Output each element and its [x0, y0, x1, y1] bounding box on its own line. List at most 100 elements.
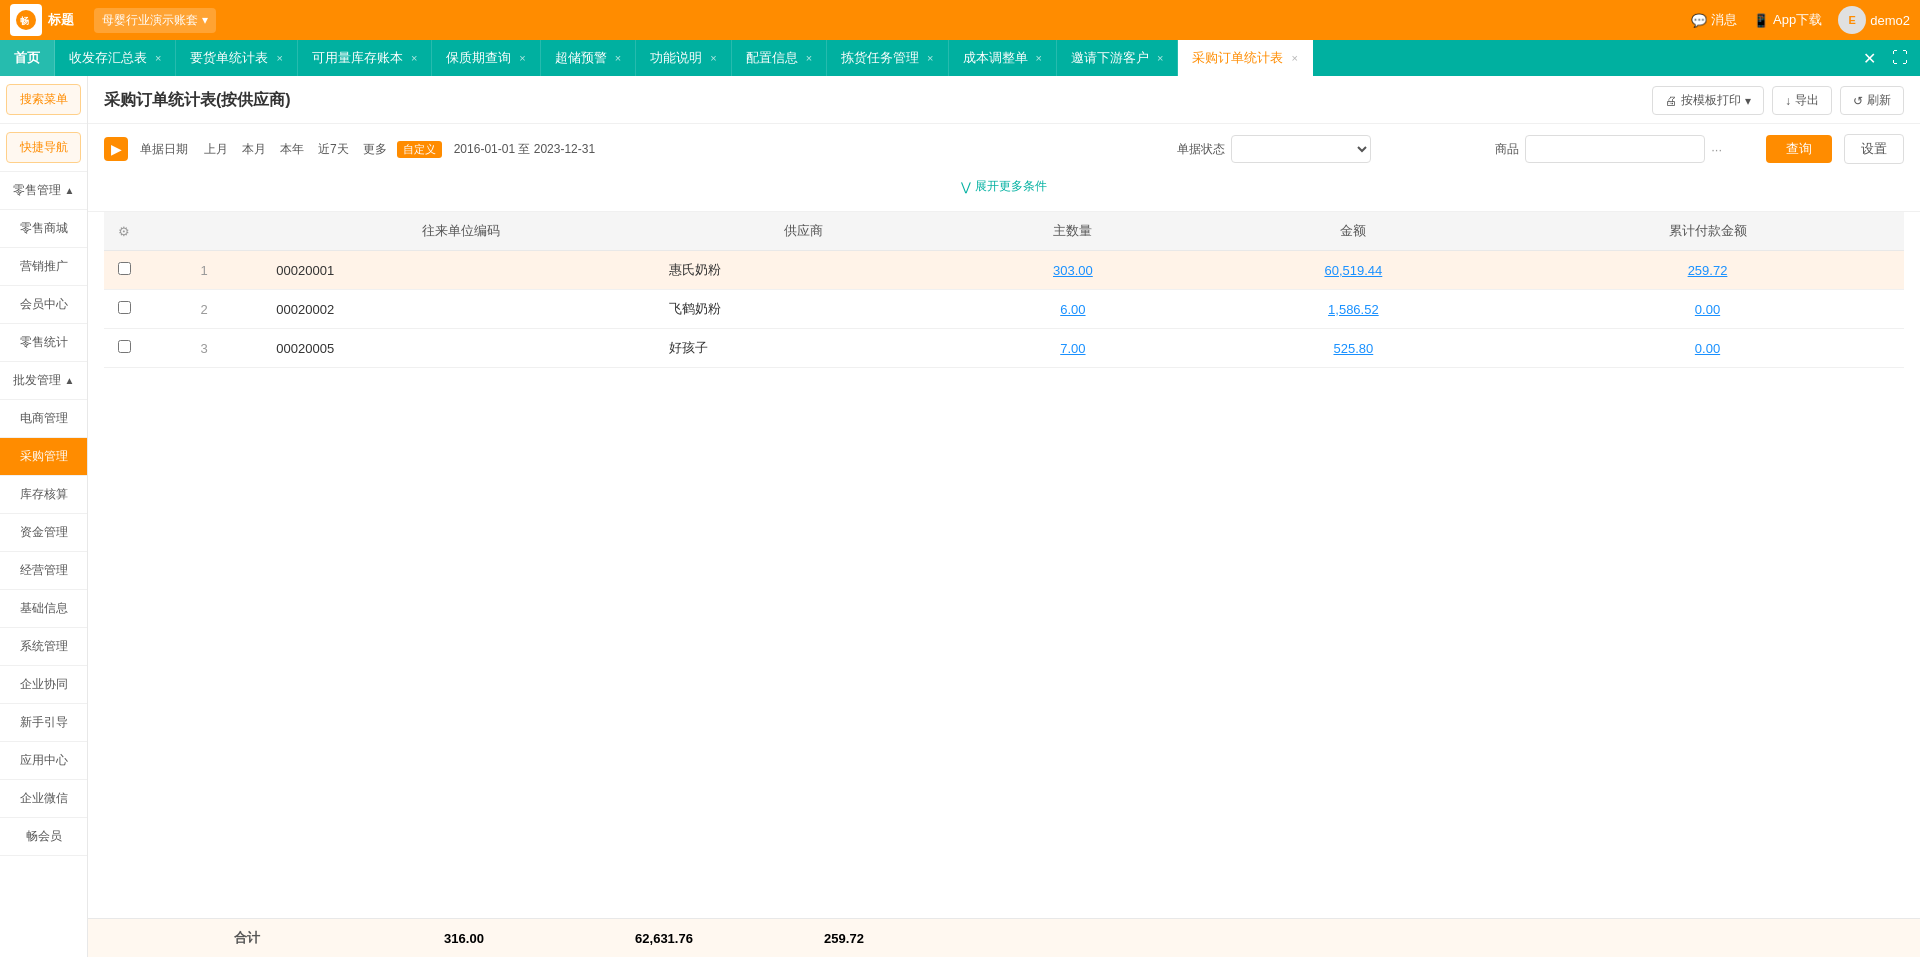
app-download-button[interactable]: 📱 App下载: [1753, 11, 1822, 29]
footer-amount: 62,631.76: [574, 931, 754, 946]
sidebar-item-finance[interactable]: 资金管理: [0, 514, 87, 552]
sidebar-item-app-center[interactable]: 应用中心: [0, 742, 87, 780]
export-button[interactable]: ↓ 导出: [1772, 86, 1832, 115]
tab-recv-summary[interactable]: 收发存汇总表 ×: [55, 40, 176, 76]
tab-expiry-query[interactable]: 保质期查询 ×: [432, 40, 540, 76]
status-select[interactable]: [1231, 135, 1371, 163]
sidebar-item-retail-mall[interactable]: 零售商城: [0, 210, 87, 248]
close-config-info-icon[interactable]: ×: [806, 52, 812, 64]
footer-paid: 259.72: [754, 931, 934, 946]
close-overstock-warning-icon[interactable]: ×: [615, 52, 621, 64]
refresh-button[interactable]: ↺ 刷新: [1840, 86, 1904, 115]
username-label: demo2: [1870, 13, 1910, 28]
row-checkbox-0[interactable]: [118, 262, 131, 275]
row-checkbox-1[interactable]: [118, 301, 131, 314]
search-menu-button[interactable]: 搜索菜单: [6, 84, 81, 115]
close-invite-downstream-icon[interactable]: ×: [1157, 52, 1163, 64]
data-table: ⚙ 往来单位编码 供应商 主数量 金额 累计付款金额 1 00020001: [104, 212, 1904, 368]
top-right-actions: 💬 消息 📱 App下载 E demo2: [1691, 6, 1910, 34]
quick-nav-button[interactable]: 快捷导航: [6, 132, 81, 163]
tab-cost-adjust-label: 成本调整单: [963, 49, 1028, 67]
sidebar-item-inventory[interactable]: 库存核算: [0, 476, 87, 514]
top-bar: 畅 标题 母婴行业演示账套 ▾ 💬 消息 📱 App下载 E demo2: [0, 0, 1920, 40]
custom-date-badge[interactable]: 自定义: [397, 141, 442, 158]
cell-rownum-0: 1: [144, 251, 264, 290]
sidebar-item-new-guide[interactable]: 新手引导: [0, 704, 87, 742]
sidebar-item-enterprise[interactable]: 企业协同: [0, 666, 87, 704]
sidebar-item-basic-info-label: 基础信息: [20, 600, 68, 617]
workspace-selector[interactable]: 母婴行业演示账套 ▾: [94, 8, 216, 33]
goods-input[interactable]: [1525, 135, 1705, 163]
cell-paid-2[interactable]: 0.00: [1511, 329, 1904, 368]
tab-purchase-summary[interactable]: 采购订单统计表 ×: [1178, 40, 1312, 76]
messages-label: 消息: [1711, 11, 1737, 29]
print-button[interactable]: 🖨 按模板打印 ▾: [1652, 86, 1764, 115]
cell-checkbox-0[interactable]: [104, 251, 144, 290]
close-cost-adjust-icon[interactable]: ×: [1036, 52, 1042, 64]
user-menu[interactable]: E demo2: [1838, 6, 1910, 34]
cell-amount-1[interactable]: 1,586.52: [1196, 290, 1511, 329]
page-header: 采购订单统计表(按供应商) 🖨 按模板打印 ▾ ↓ 导出 ↺ 刷新: [88, 76, 1920, 124]
sidebar-item-member[interactable]: 会员中心: [0, 286, 87, 324]
sidebar-item-retail[interactable]: 零售管理 ▲: [0, 172, 87, 210]
tab-config-info[interactable]: 配置信息 ×: [732, 40, 827, 76]
close-expiry-query-icon[interactable]: ×: [519, 52, 525, 64]
tab-invite-downstream[interactable]: 邀请下游客户 ×: [1057, 40, 1178, 76]
cell-qty-1[interactable]: 6.00: [950, 290, 1196, 329]
tab-order-summary[interactable]: 要货单统计表 ×: [176, 40, 297, 76]
tab-pick-task[interactable]: 拣货任务管理 ×: [827, 40, 948, 76]
tab-overstock-warning[interactable]: 超储预警 ×: [541, 40, 636, 76]
sidebar-item-system[interactable]: 系统管理: [0, 628, 87, 666]
expand-more-button[interactable]: ⋁ 展开更多条件: [104, 172, 1904, 201]
close-order-summary-icon[interactable]: ×: [276, 52, 282, 64]
cell-supplier-1: 飞鹤奶粉: [657, 290, 950, 329]
close-available-stock-icon[interactable]: ×: [411, 52, 417, 64]
sidebar-item-member2[interactable]: 畅会员: [0, 818, 87, 856]
tab-available-stock[interactable]: 可用量库存账本 ×: [298, 40, 432, 76]
cell-amount-0[interactable]: 60,519.44: [1196, 251, 1511, 290]
sidebar-item-app-center-label: 应用中心: [20, 752, 68, 769]
goods-filter-field: 商品 ···: [1495, 135, 1722, 163]
close-tab-button[interactable]: ✕: [1859, 45, 1880, 72]
close-purchase-summary-icon[interactable]: ×: [1291, 52, 1297, 64]
sidebar-item-marketing[interactable]: 营销推广: [0, 248, 87, 286]
cell-amount-2[interactable]: 525.80: [1196, 329, 1511, 368]
tab-func-desc-label: 功能说明: [650, 49, 702, 67]
shortcut-this-month[interactable]: 本月: [238, 139, 270, 160]
shortcut-this-year[interactable]: 本年: [276, 139, 308, 160]
maximize-tab-button[interactable]: ⛶: [1888, 45, 1912, 71]
sidebar-item-purchase[interactable]: 采购管理: [0, 438, 87, 476]
filter-toggle-button[interactable]: ▶: [104, 137, 128, 161]
cell-paid-0[interactable]: 259.72: [1511, 251, 1904, 290]
th-amount: 金额: [1196, 212, 1511, 251]
goods-more-icon[interactable]: ···: [1711, 142, 1722, 157]
sidebar-item-operations[interactable]: 经营管理: [0, 552, 87, 590]
sidebar-item-wholesale[interactable]: 批发管理 ▲: [0, 362, 87, 400]
sidebar-item-system-label: 系统管理: [20, 638, 68, 655]
sidebar-item-basic-info[interactable]: 基础信息: [0, 590, 87, 628]
close-recv-summary-icon[interactable]: ×: [155, 52, 161, 64]
cell-checkbox-2[interactable]: [104, 329, 144, 368]
cell-checkbox-1[interactable]: [104, 290, 144, 329]
cell-code-1: 00020002: [264, 290, 657, 329]
app-download-label: App下载: [1773, 11, 1822, 29]
shortcut-last-month[interactable]: 上月: [200, 139, 232, 160]
sidebar-item-ecommerce[interactable]: 电商管理: [0, 400, 87, 438]
shortcut-more[interactable]: 更多: [359, 139, 391, 160]
tab-func-desc[interactable]: 功能说明 ×: [636, 40, 731, 76]
cell-qty-2[interactable]: 7.00: [950, 329, 1196, 368]
column-settings-icon[interactable]: ⚙: [118, 224, 130, 239]
sidebar-item-enterprise-wechat[interactable]: 企业微信: [0, 780, 87, 818]
tab-cost-adjust[interactable]: 成本调整单 ×: [949, 40, 1057, 76]
messages-button[interactable]: 💬 消息: [1691, 11, 1737, 29]
close-pick-task-icon[interactable]: ×: [927, 52, 933, 64]
cell-qty-0[interactable]: 303.00: [950, 251, 1196, 290]
query-button[interactable]: 查询: [1766, 135, 1832, 163]
sidebar-item-retail-stats[interactable]: 零售统计: [0, 324, 87, 362]
shortcut-7days[interactable]: 近7天: [314, 139, 353, 160]
close-func-desc-icon[interactable]: ×: [710, 52, 716, 64]
row-checkbox-2[interactable]: [118, 340, 131, 353]
tab-home[interactable]: 首页: [0, 40, 55, 76]
settings-button[interactable]: 设置: [1844, 134, 1904, 164]
cell-paid-1[interactable]: 0.00: [1511, 290, 1904, 329]
